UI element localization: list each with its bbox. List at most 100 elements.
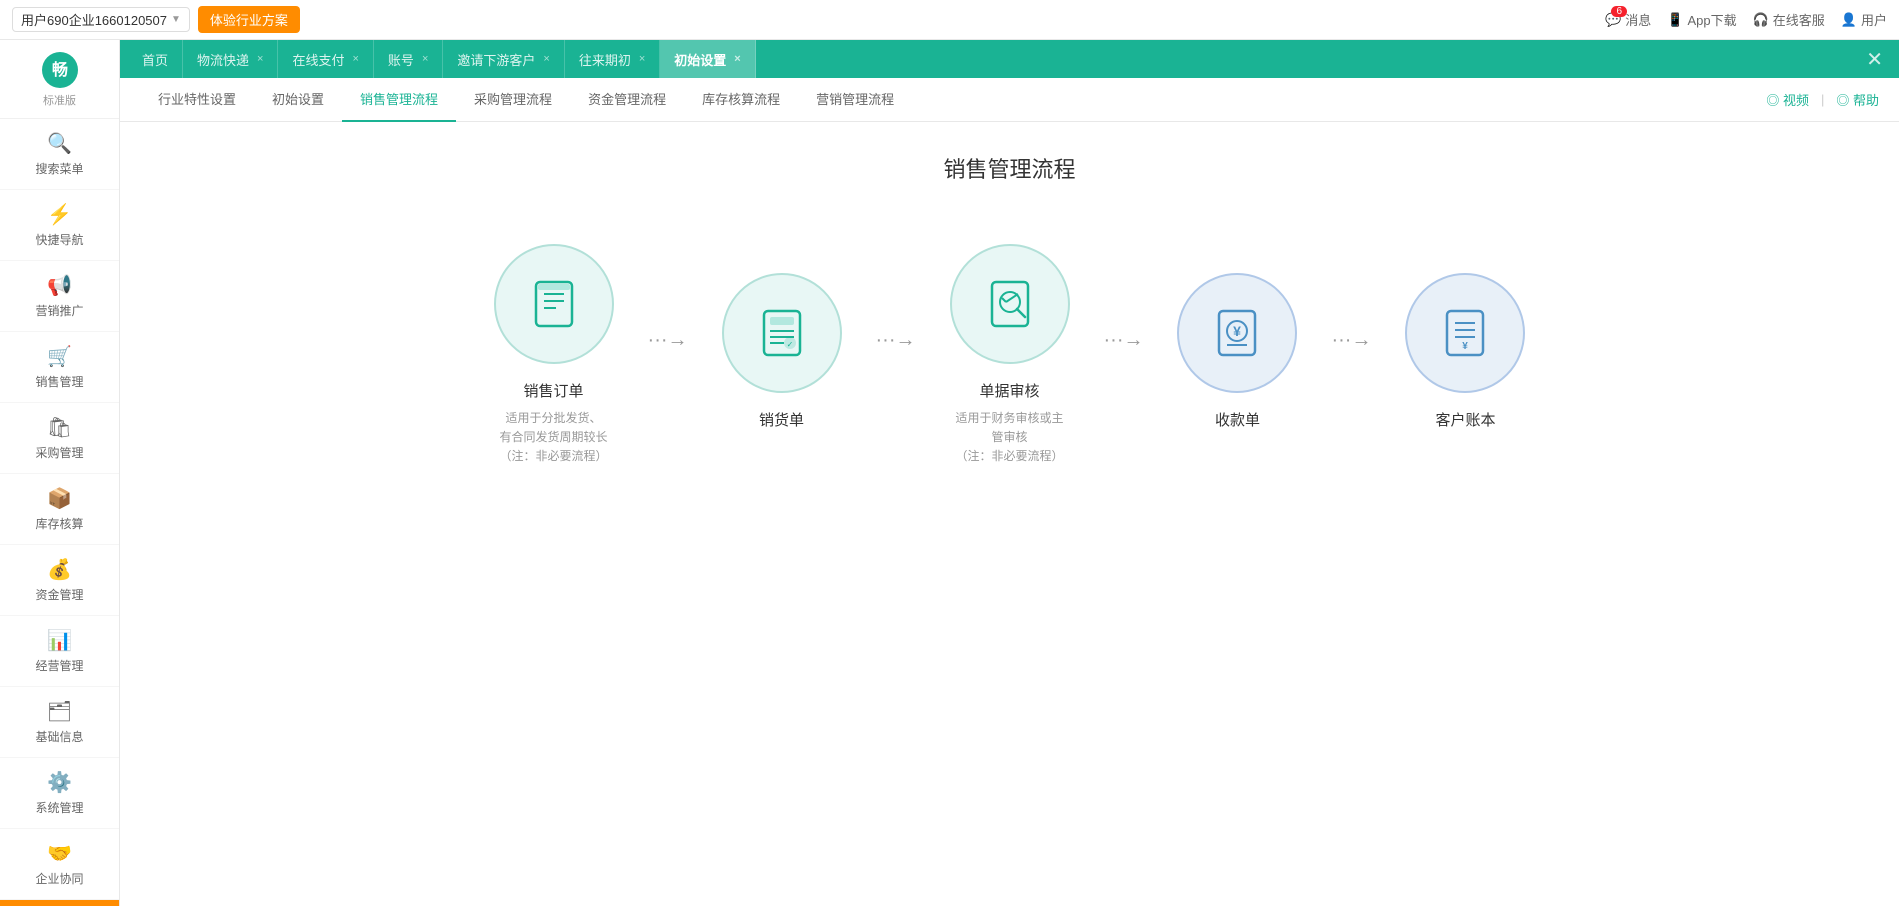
invoice-icon: ✓ [752, 303, 812, 363]
company-dropdown-arrow: ▼ [171, 14, 181, 25]
sidebar-item-operations[interactable]: 📊 经营管理 [0, 616, 119, 687]
sidebar-label-enterprise: 企业协同 [35, 870, 83, 887]
flow-circle-ledger: ¥ [1405, 273, 1525, 393]
top-bar: 用户690企业1660120507 ▼ 体验行业方案 💬 6 消息 📱 App下… [0, 0, 1899, 40]
sidebar: 畅 标准版 🔍 搜索菜单 ⚡ 快捷导航 📢 营销推广 🛒 销售管理 🛍 采购管理… [0, 40, 120, 906]
flow-circle-sales-order [494, 244, 614, 364]
main-content: 首页 物流快递 × 在线支付 × 账号 × 邀请下游客户 × 往来期初 × [120, 40, 1899, 906]
sub-tab-finance-flow-label: 资金管理流程 [588, 92, 666, 107]
audit-icon [980, 274, 1040, 334]
tab-logistics-label: 物流快递 [197, 50, 249, 69]
tab-downstream-close[interactable]: × [543, 53, 549, 65]
sub-tab-finance-flow[interactable]: 资金管理流程 [570, 78, 684, 122]
svg-text:✓: ✓ [786, 340, 793, 349]
trial-button[interactable]: 体验行业方案 [198, 6, 300, 33]
sidebar-label-finance: 资金管理 [35, 586, 83, 603]
sidebar-label-sales: 销售管理 [35, 373, 83, 390]
sub-tab-inventory-flow[interactable]: 库存核算流程 [684, 78, 798, 122]
tab-downstream-label: 邀请下游客户 [457, 50, 535, 69]
purchase-icon: 🛍 [47, 415, 72, 440]
service-icon: 🎧 [1753, 12, 1769, 28]
flow-step-title-audit: 单据审核 [979, 380, 1039, 401]
video-link[interactable]: ◎ 视频 [1766, 90, 1809, 109]
sidebar-label-purchase: 采购管理 [35, 444, 83, 461]
tab-logistics[interactable]: 物流快递 × [183, 40, 278, 78]
page-body: 销售管理流程 [120, 122, 1899, 906]
sub-tab-industry[interactable]: 行业特性设置 [140, 78, 254, 122]
tab-payment[interactable]: 在线支付 × [278, 40, 373, 78]
flow-arrow-4: ···→ [1331, 329, 1371, 382]
app-icon: 📱 [1667, 12, 1683, 28]
sidebar-item-quick[interactable]: ⚡ 快捷导航 [0, 190, 119, 261]
tab-account-close[interactable]: × [422, 53, 428, 65]
sub-tab-init[interactable]: 初始设置 [254, 78, 342, 122]
sidebar-label-operations: 经营管理 [35, 657, 83, 674]
close-all-tabs[interactable]: ✕ [1858, 47, 1891, 72]
sidebar-item-guide[interactable]: 🧭 新手引导 [0, 900, 119, 906]
flow-step-desc-sales-order: 适用于分批发货、有合同发货周期较长（注：非必要流程） [500, 409, 608, 467]
help-link[interactable]: ◎ 帮助 [1836, 90, 1879, 109]
tab-period-close[interactable]: × [639, 53, 645, 65]
message-badge: 6 [1611, 6, 1627, 17]
sales-icon: 🛒 [47, 344, 72, 369]
sidebar-item-purchase[interactable]: 🛍 采购管理 [0, 403, 119, 474]
sidebar-item-marketing-promo[interactable]: 📢 营销推广 [0, 261, 119, 332]
flow-arrow-3: ···→ [1104, 329, 1144, 382]
sidebar-item-search[interactable]: 🔍 搜索菜单 [0, 119, 119, 190]
flow-step-title-invoice: 销货单 [759, 409, 804, 430]
tab-account-label: 账号 [388, 50, 414, 69]
app-label: App下载 [1687, 10, 1736, 29]
flow-step-invoice: ✓ 销货单 [692, 273, 872, 438]
sub-tab-sales-flow[interactable]: 销售管理流程 [342, 78, 456, 122]
tab-logistics-close[interactable]: × [257, 53, 263, 65]
sub-tab-inventory-flow-label: 库存核算流程 [702, 92, 780, 107]
sidebar-label-system: 系统管理 [35, 799, 83, 816]
sub-tabs-bar: 行业特性设置 初始设置 销售管理流程 采购管理流程 资金管理流程 [120, 78, 1899, 122]
tab-payment-label: 在线支付 [292, 50, 344, 69]
sub-tab-purchase-flow[interactable]: 采购管理流程 [456, 78, 570, 122]
enterprise-icon: 🤝 [47, 841, 72, 866]
flow-step-desc-audit: 适用于财务审核或主管审核（注：非必要流程） [955, 409, 1063, 467]
search-icon: 🔍 [47, 131, 72, 156]
message-badge-wrap: 💬 6 [1605, 12, 1621, 28]
svg-text:畅: 畅 [51, 60, 67, 79]
sidebar-label-base: 基础信息 [35, 728, 83, 745]
sidebar-item-finance[interactable]: 💰 资金管理 [0, 545, 119, 616]
app-download-item[interactable]: 📱 App下载 [1667, 10, 1736, 29]
company-name: 用户690企业1660120507 [21, 10, 167, 29]
flow-arrow-1: ···→ [648, 329, 688, 382]
tab-initial-close[interactable]: × [734, 53, 740, 65]
flow-diagram: 销售订单 适用于分批发货、有合同发货周期较长（注：非必要流程） ···→ [160, 244, 1859, 467]
flow-step-receipt: ¥ 收款单 [1147, 273, 1327, 438]
sidebar-item-enterprise[interactable]: 🤝 企业协同 [0, 829, 119, 900]
tab-payment-close[interactable]: × [352, 53, 358, 65]
flow-step-sales-order: 销售订单 适用于分批发货、有合同发货周期较长（注：非必要流程） [464, 244, 644, 467]
user-item[interactable]: 👤 用户 [1841, 10, 1887, 29]
sub-tab-purchase-flow-label: 采购管理流程 [474, 92, 552, 107]
sidebar-item-inventory[interactable]: 📦 库存核算 [0, 474, 119, 545]
tab-period[interactable]: 往来期初 × [565, 40, 660, 78]
tab-account[interactable]: 账号 × [374, 40, 443, 78]
flow-step-ledger: ¥ 客户账本 [1375, 273, 1555, 438]
svg-text:¥: ¥ [1463, 341, 1469, 352]
sidebar-label-marketing-promo: 营销推广 [35, 302, 83, 319]
sidebar-item-base[interactable]: 🗂 基础信息 [0, 687, 119, 758]
sidebar-item-system[interactable]: ⚙️ 系统管理 [0, 758, 119, 829]
sub-tab-init-label: 初始设置 [272, 92, 324, 107]
message-item[interactable]: 💬 6 消息 [1605, 10, 1651, 29]
nav-tabs-bar: 首页 物流快递 × 在线支付 × 账号 × 邀请下游客户 × 往来期初 × [120, 40, 1899, 78]
sidebar-label-search: 搜索菜单 [35, 160, 83, 177]
tab-home[interactable]: 首页 [128, 40, 183, 78]
flow-circle-audit [950, 244, 1070, 364]
sub-tab-marketing-flow[interactable]: 营销管理流程 [798, 78, 912, 122]
user-avatar-icon: 👤 [1841, 12, 1857, 28]
sidebar-item-sales[interactable]: 🛒 销售管理 [0, 332, 119, 403]
company-selector[interactable]: 用户690企业1660120507 ▼ [12, 7, 190, 32]
tab-initial[interactable]: 初始设置 × [660, 40, 755, 78]
sub-tab-marketing-flow-label: 营销管理流程 [816, 92, 894, 107]
page-area: 行业特性设置 初始设置 销售管理流程 采购管理流程 资金管理流程 [120, 78, 1899, 906]
tab-downstream[interactable]: 邀请下游客户 × [443, 40, 564, 78]
sidebar-label-quick: 快捷导航 [35, 231, 83, 248]
sales-order-icon [524, 274, 584, 334]
service-item[interactable]: 🎧 在线客服 [1753, 10, 1825, 29]
